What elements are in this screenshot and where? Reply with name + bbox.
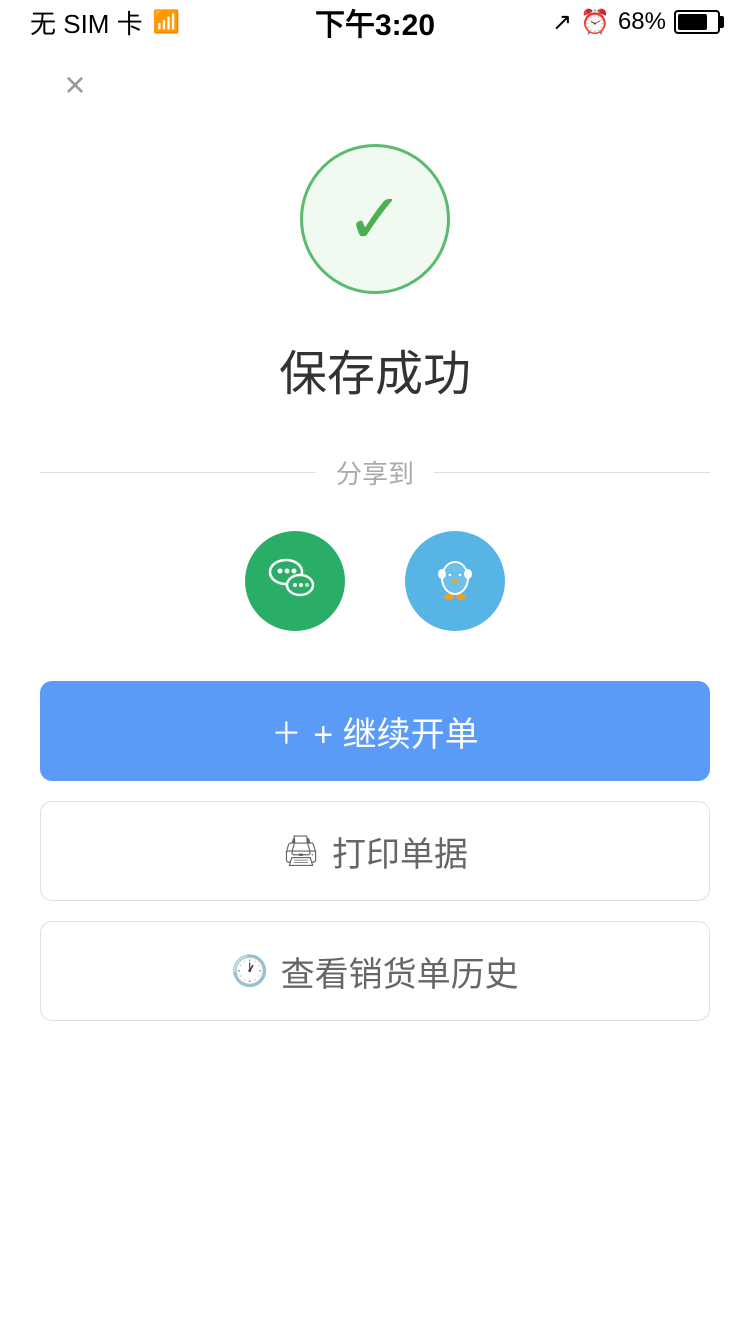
- divider-left: [40, 472, 316, 473]
- checkmark-icon: ✓: [346, 184, 405, 254]
- divider-right: [434, 472, 710, 473]
- print-button[interactable]: 🖨 打印单据: [40, 801, 710, 901]
- history-button[interactable]: 🕐 查看销货单历史: [40, 921, 710, 1021]
- wechat-share-button[interactable]: [245, 531, 345, 631]
- battery-icon: [674, 10, 720, 34]
- share-icons-row: [245, 531, 505, 631]
- no-sim-label: 无 SIM 卡: [30, 4, 143, 41]
- qq-icon: [428, 554, 483, 609]
- alarm-icon: ⏰: [580, 8, 610, 37]
- share-section: 分享到: [40, 454, 710, 631]
- location-icon: ↗: [552, 8, 572, 37]
- wifi-icon: 📶: [153, 9, 180, 35]
- status-right: ↗ ⏰ 68%: [552, 8, 720, 37]
- wechat-icon: [265, 551, 325, 611]
- action-buttons: ＋ + 继续开单 🖨 打印单据 🕐 查看销货单历史: [40, 681, 710, 1021]
- divider-row: 分享到: [40, 454, 710, 491]
- plus-icon: ＋: [271, 709, 301, 753]
- history-label: 查看销货单历史: [281, 947, 519, 996]
- status-bar: 无 SIM 卡 📶 下午3:20 ↗ ⏰ 68%: [0, 0, 750, 44]
- time-display: 下午3:20: [315, 0, 435, 44]
- close-button[interactable]: ×: [50, 60, 100, 110]
- share-label: 分享到: [336, 454, 414, 491]
- history-icon: 🕐: [231, 954, 268, 989]
- print-icon: 🖨: [282, 834, 320, 869]
- success-title: 保存成功: [279, 334, 471, 404]
- success-circle: ✓: [300, 144, 450, 294]
- continue-button[interactable]: ＋ + 继续开单: [40, 681, 710, 781]
- qq-share-button[interactable]: [405, 531, 505, 631]
- status-left: 无 SIM 卡 📶: [30, 4, 180, 41]
- battery-percent: 68%: [618, 8, 666, 36]
- continue-label: + 继续开单: [313, 707, 478, 756]
- close-icon: ×: [64, 64, 85, 106]
- main-content: ✓ 保存成功 分享到: [0, 44, 750, 1081]
- print-label: 打印单据: [332, 827, 468, 876]
